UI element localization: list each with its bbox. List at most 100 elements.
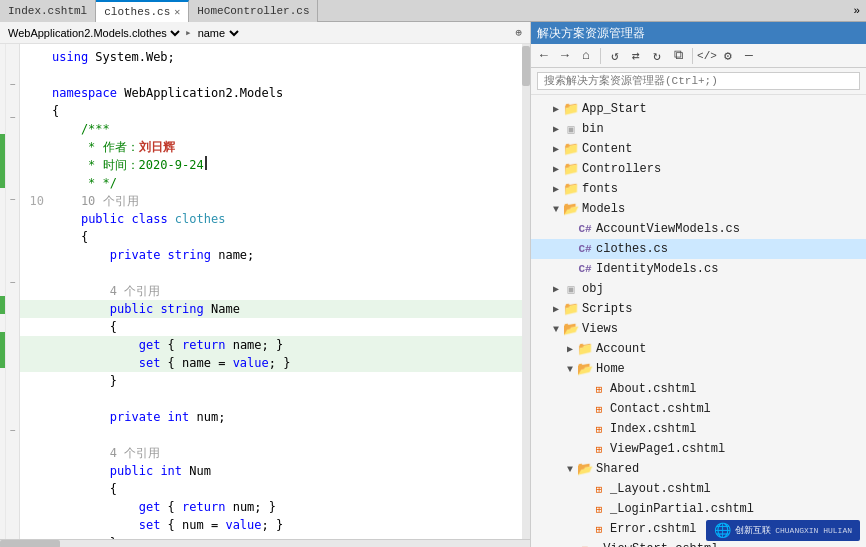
tree-item-contact[interactable]: ⊞ Contact.cshtml	[531, 399, 866, 419]
tree-item-label: _LoginPartial.cshtml	[610, 502, 754, 516]
folder-open-icon: 📂	[563, 321, 579, 337]
cshtml-file-icon: ⊞	[591, 441, 607, 457]
vertical-scrollbar[interactable]	[522, 44, 530, 539]
tree-item-home[interactable]: ▼ 📂 Home	[531, 359, 866, 379]
code-line: public int Num	[20, 462, 522, 480]
tree-item-loginpartial[interactable]: ⊞ _LoginPartial.cshtml	[531, 499, 866, 519]
code-line: namespace WebApplication2.Models	[20, 84, 522, 102]
collapse-arrow: ▶	[549, 283, 563, 295]
tree-item-label: About.cshtml	[610, 382, 696, 396]
code-line: get { return num; }	[20, 498, 522, 516]
tree-item-models[interactable]: ▼ 📂 Models	[531, 199, 866, 219]
tree-item-label: Content	[582, 142, 632, 156]
filter-button[interactable]: ⧉	[669, 47, 687, 65]
tree-item-label: fonts	[582, 182, 618, 196]
code-line: {	[20, 102, 522, 120]
collapse-arrow: ▶	[549, 123, 563, 135]
code-line: }	[20, 372, 522, 390]
refresh2-button[interactable]: ↻	[648, 47, 666, 65]
cshtml-file-icon: ⊞	[591, 401, 607, 417]
tab-close-icon[interactable]: ✕	[174, 6, 180, 18]
home-button[interactable]: ⌂	[577, 47, 595, 65]
search-input[interactable]	[537, 72, 860, 90]
refresh-button[interactable]: ↺	[606, 47, 624, 65]
collapse-arrow: ▼	[563, 464, 577, 475]
tree-item-appstart[interactable]: ▶ 📁 App_Start	[531, 99, 866, 119]
code-line: 4 个引用	[20, 282, 522, 300]
breadcrumb-bar: WebApplication2.Models.clothes ▸ name ⊕	[0, 22, 530, 44]
solution-tree: ▶ 📁 App_Start ▶ ▣ bin ▶ 📁 Content ▶ 📁	[531, 95, 866, 547]
forward-button[interactable]: →	[556, 47, 574, 65]
breadcrumb-right[interactable]: name	[194, 26, 242, 40]
tree-item-fonts[interactable]: ▶ 📁 fonts	[531, 179, 866, 199]
solution-toolbar: ← → ⌂ ↺ ⇄ ↻ ⧉ </> ⚙ —	[531, 44, 866, 68]
tree-item-label: Shared	[596, 462, 639, 476]
code-line	[20, 426, 522, 444]
tree-item-clothes-cs[interactable]: C# clothes.cs	[531, 239, 866, 259]
code-line: 4 个引用	[20, 444, 522, 462]
brand-text: 创新互联	[735, 524, 771, 537]
folder-open-icon: 📂	[577, 461, 593, 477]
breadcrumb-separator: ▸	[185, 26, 192, 39]
collapse-arrow: ▶	[549, 103, 563, 115]
tree-item-shared[interactable]: ▼ 📂 Shared	[531, 459, 866, 479]
tree-item-accountviewmodels[interactable]: C# AccountViewModels.cs	[531, 219, 866, 239]
tree-item-label: _ViewStart.cshtml	[596, 542, 718, 547]
back-button[interactable]: ←	[535, 47, 553, 65]
folder-icon: 📁	[563, 101, 579, 117]
tab-clothes-cs[interactable]: clothes.cs ✕	[96, 0, 189, 22]
horizontal-scrollbar[interactable]	[0, 539, 530, 547]
tree-item-index-cshtml[interactable]: ⊞ Index.cshtml	[531, 419, 866, 439]
tab-homecontroller-cs[interactable]: HomeController.cs	[189, 0, 318, 22]
tree-item-views[interactable]: ▼ 📂 Views	[531, 319, 866, 339]
code-editor[interactable]: using System.Web; namespace WebApplicati…	[20, 44, 522, 539]
cshtml-file-icon: ⊞	[591, 521, 607, 537]
tab-index-cshtml[interactable]: Index.cshtml	[0, 0, 96, 22]
solution-explorer-panel: 解决方案资源管理器 ← → ⌂ ↺ ⇄ ↻ ⧉ </> ⚙ —	[531, 22, 866, 547]
tree-item-obj[interactable]: ▶ ▣ obj	[531, 279, 866, 299]
code-line	[20, 66, 522, 84]
main-area: WebApplication2.Models.clothes ▸ name ⊕	[0, 22, 866, 547]
tree-item-viewpage1[interactable]: ⊞ ViewPage1.cshtml	[531, 439, 866, 459]
collapse-arrow: ▶	[549, 303, 563, 315]
tree-item-about[interactable]: ⊞ About.cshtml	[531, 379, 866, 399]
code-line: /***	[20, 120, 522, 138]
cs-file-icon: C#	[577, 261, 593, 277]
tree-item-label: Account	[596, 342, 646, 356]
tree-item-account[interactable]: ▶ 📁 Account	[531, 339, 866, 359]
cshtml-file-icon: ⊞	[577, 541, 593, 547]
expand-icon[interactable]: ⊕	[515, 26, 522, 39]
folder-icon: 📁	[563, 161, 579, 177]
minimize-button[interactable]: —	[740, 47, 758, 65]
tree-item-controllers[interactable]: ▶ 📁 Controllers	[531, 159, 866, 179]
tab-overflow-button[interactable]: »	[847, 5, 866, 17]
settings-button[interactable]: ⚙	[719, 47, 737, 65]
solution-explorer-title: 解决方案资源管理器	[531, 22, 866, 44]
folder-icon: 📁	[563, 301, 579, 317]
cshtml-file-icon: ⊞	[591, 481, 607, 497]
tab-label: HomeController.cs	[197, 5, 309, 17]
breadcrumb-left[interactable]: WebApplication2.Models.clothes	[4, 26, 183, 40]
sync-button[interactable]: ⇄	[627, 47, 645, 65]
code-line: set { num = value; }	[20, 516, 522, 534]
tree-item-identitymodels[interactable]: C# IdentityModels.cs	[531, 259, 866, 279]
code-line: {	[20, 318, 522, 336]
code-line: 10 10 个引用	[20, 192, 522, 210]
search-bar	[531, 68, 866, 95]
collapse-arrow: ▼	[549, 324, 563, 335]
folder-icon: 📁	[563, 141, 579, 157]
tree-item-layout[interactable]: ⊞ _Layout.cshtml	[531, 479, 866, 499]
tree-item-label: ViewPage1.cshtml	[610, 442, 725, 456]
code-line: {	[20, 480, 522, 498]
code-button[interactable]: </>	[698, 47, 716, 65]
cs-file-icon: C#	[577, 241, 593, 257]
cshtml-file-icon: ⊞	[591, 501, 607, 517]
folder-open-icon: 📂	[563, 201, 579, 217]
tab-label: clothes.cs	[104, 6, 170, 18]
collapse-arrow: ▶	[563, 343, 577, 355]
tree-item-bin[interactable]: ▶ ▣ bin	[531, 119, 866, 139]
tree-item-label: _Layout.cshtml	[610, 482, 711, 496]
tree-item-scripts[interactable]: ▶ 📁 Scripts	[531, 299, 866, 319]
folder-icon: 📁	[563, 181, 579, 197]
tree-item-content[interactable]: ▶ 📁 Content	[531, 139, 866, 159]
